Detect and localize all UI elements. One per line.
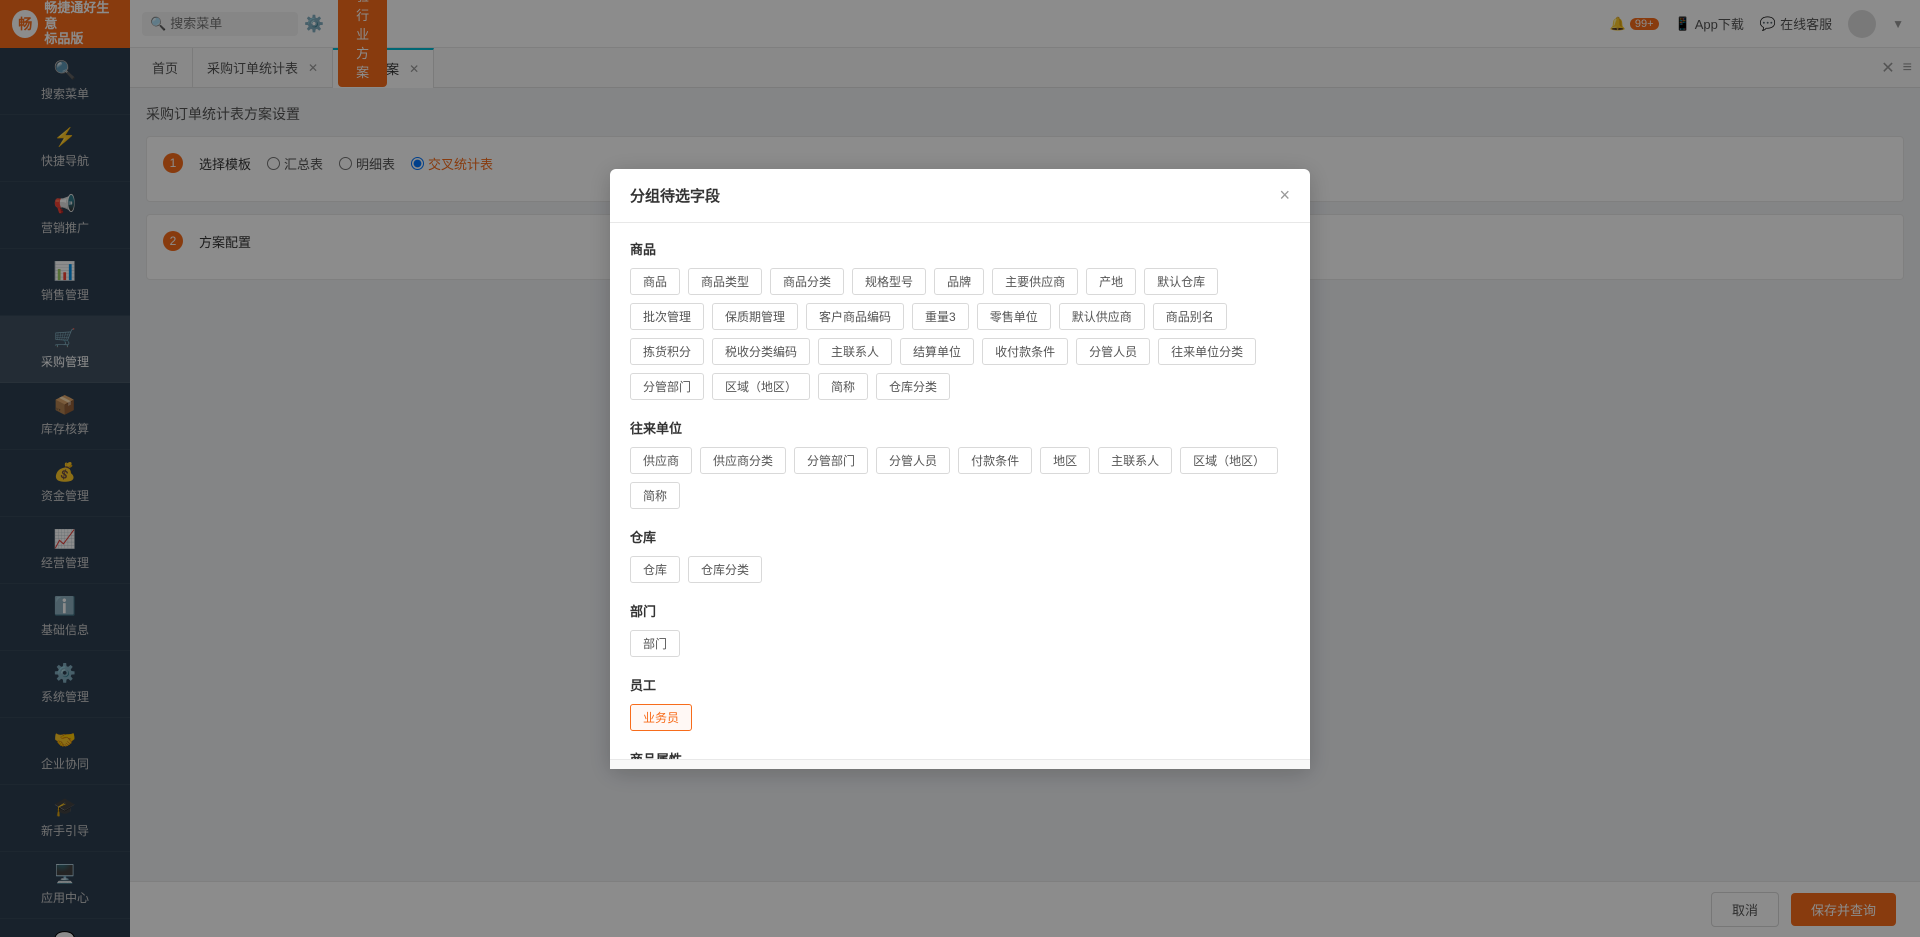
field-section-3: 部门部门 (630, 601, 1290, 657)
field-section-1: 往来单位供应商供应商分类分管部门分管人员付款条件地区主联系人区域（地区） 简称 (630, 418, 1290, 509)
modal-body[interactable]: 商品商品商品类型商品分类规格型号品牌主要供应商产地默认仓库批次管理保质期管理客户… (610, 223, 1310, 759)
field-tag-0-9[interactable]: 保质期管理 (712, 303, 798, 330)
field-tags-3: 部门 (630, 630, 1290, 657)
field-tag-0-1[interactable]: 商品类型 (688, 268, 762, 295)
field-tag-1-0[interactable]: 供应商 (630, 447, 692, 474)
field-tag-1-5[interactable]: 地区 (1040, 447, 1090, 474)
field-tags-1: 供应商供应商分类分管部门分管人员付款条件地区主联系人区域（地区） 简称 (630, 447, 1290, 509)
field-tag-0-5[interactable]: 主要供应商 (992, 268, 1078, 295)
field-tag-3-0[interactable]: 部门 (630, 630, 680, 657)
section-title-5: 商品属性 (630, 749, 1290, 759)
field-tag-0-13[interactable]: 默认供应商 (1059, 303, 1145, 330)
field-tag-1-3[interactable]: 分管人员 (876, 447, 950, 474)
field-tag-0-20[interactable]: 分管人员 (1076, 338, 1150, 365)
modal-header: 分组待选字段 × (610, 169, 1310, 223)
modal-title: 分组待选字段 (630, 185, 720, 206)
field-tag-0-2[interactable]: 商品分类 (770, 268, 844, 295)
field-tag-0-11[interactable]: 重量3 (912, 303, 969, 330)
field-section-5: 商品属性属性颜色多规格尺码鞋码1 (630, 749, 1290, 759)
field-tag-0-24[interactable]: 简称 (818, 373, 868, 400)
field-section-2: 仓库仓库仓库分类 (630, 527, 1290, 583)
field-section-0: 商品商品商品类型商品分类规格型号品牌主要供应商产地默认仓库批次管理保质期管理客户… (630, 239, 1290, 400)
section-title-3: 部门 (630, 601, 1290, 620)
field-tag-0-4[interactable]: 品牌 (934, 268, 984, 295)
field-tag-0-12[interactable]: 零售单位 (977, 303, 1051, 330)
modal-close-button[interactable]: × (1279, 185, 1290, 206)
field-tags-0: 商品商品类型商品分类规格型号品牌主要供应商产地默认仓库批次管理保质期管理客户商品… (630, 268, 1290, 400)
field-tag-0-7[interactable]: 默认仓库 (1144, 268, 1218, 295)
field-tag-0-18[interactable]: 结算单位 (900, 338, 974, 365)
field-tag-0-14[interactable]: 商品别名 (1153, 303, 1227, 330)
field-tags-2: 仓库仓库分类 (630, 556, 1290, 583)
field-tag-0-6[interactable]: 产地 (1086, 268, 1136, 295)
field-tags-4: 业务员 (630, 704, 1290, 731)
modal: 分组待选字段 × 商品商品商品类型商品分类规格型号品牌主要供应商产地默认仓库批次… (610, 169, 1310, 769)
field-tag-0-15[interactable]: 拣货积分 (630, 338, 704, 365)
field-tag-1-4[interactable]: 付款条件 (958, 447, 1032, 474)
field-tag-0-10[interactable]: 客户商品编码 (806, 303, 904, 330)
field-tag-2-0[interactable]: 仓库 (630, 556, 680, 583)
modal-overlay: 分组待选字段 × 商品商品商品类型商品分类规格型号品牌主要供应商产地默认仓库批次… (0, 0, 1920, 937)
field-tag-0-22[interactable]: 分管部门 (630, 373, 704, 400)
field-tag-1-2[interactable]: 分管部门 (794, 447, 868, 474)
field-section-4: 员工业务员 (630, 675, 1290, 731)
field-tag-2-1[interactable]: 仓库分类 (688, 556, 762, 583)
field-tag-0-23[interactable]: 区域（地区） (712, 373, 810, 400)
field-tag-4-0[interactable]: 业务员 (630, 704, 692, 731)
field-tag-0-16[interactable]: 税收分类编码 (712, 338, 810, 365)
field-tag-0-21[interactable]: 往来单位分类 (1158, 338, 1256, 365)
field-tag-1-8[interactable]: 简称 (630, 482, 680, 509)
field-tag-0-25[interactable]: 仓库分类 (876, 373, 950, 400)
field-tag-0-0[interactable]: 商品 (630, 268, 680, 295)
field-tag-0-8[interactable]: 批次管理 (630, 303, 704, 330)
field-tag-1-1[interactable]: 供应商分类 (700, 447, 786, 474)
section-title-4: 员工 (630, 675, 1290, 694)
field-tag-0-3[interactable]: 规格型号 (852, 268, 926, 295)
section-title-1: 往来单位 (630, 418, 1290, 437)
modal-scroll-bottom (610, 759, 1310, 769)
section-title-2: 仓库 (630, 527, 1290, 546)
section-title-0: 商品 (630, 239, 1290, 258)
field-tag-0-17[interactable]: 主联系人 (818, 338, 892, 365)
field-tag-1-7[interactable]: 区域（地区） (1180, 447, 1278, 474)
field-tag-0-19[interactable]: 收付款条件 (982, 338, 1068, 365)
field-tag-1-6[interactable]: 主联系人 (1098, 447, 1172, 474)
